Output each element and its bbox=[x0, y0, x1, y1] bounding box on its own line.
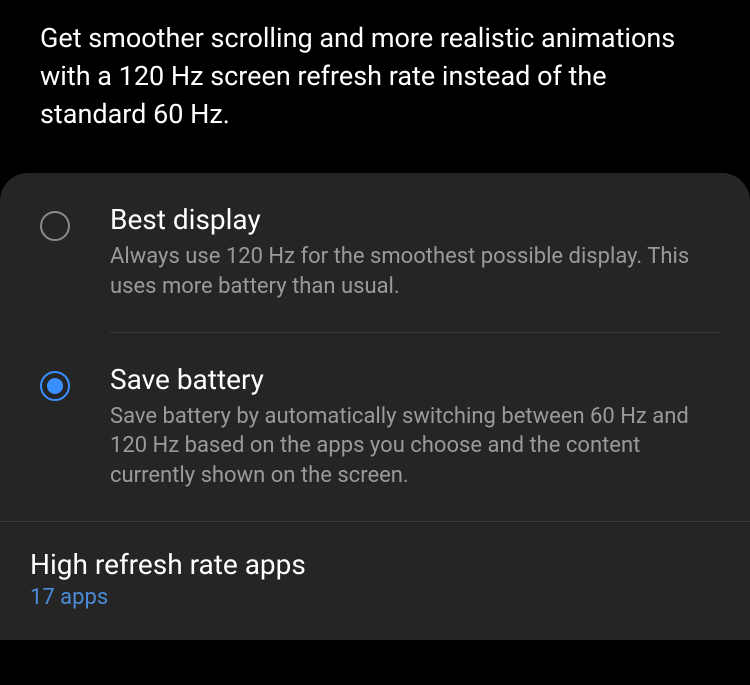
radio-unselected-icon bbox=[40, 211, 70, 241]
option-description: Save battery by automatically switching … bbox=[110, 402, 720, 491]
option-content: Best display Always use 120 Hz for the s… bbox=[110, 203, 720, 301]
radio-inner-dot-icon bbox=[47, 378, 63, 394]
option-description: Always use 120 Hz for the smoothest poss… bbox=[110, 242, 720, 301]
option-best-display[interactable]: Best display Always use 120 Hz for the s… bbox=[0, 173, 750, 331]
radio-save-battery[interactable] bbox=[40, 371, 70, 401]
option-save-battery[interactable]: Save battery Save battery by automatical… bbox=[0, 333, 750, 521]
header-description: Get smoother scrolling and more realisti… bbox=[0, 0, 750, 163]
apps-section-title: High refresh rate apps bbox=[30, 548, 720, 581]
apps-section-count: 17 apps bbox=[30, 585, 720, 610]
option-content: Save battery Save battery by automatical… bbox=[110, 363, 720, 491]
high-refresh-rate-apps[interactable]: High refresh rate apps 17 apps bbox=[0, 522, 750, 640]
option-title: Best display bbox=[110, 203, 720, 236]
radio-selected-icon bbox=[40, 371, 70, 401]
option-title: Save battery bbox=[110, 363, 720, 396]
radio-best-display[interactable] bbox=[40, 211, 70, 241]
options-card: Best display Always use 120 Hz for the s… bbox=[0, 173, 750, 639]
